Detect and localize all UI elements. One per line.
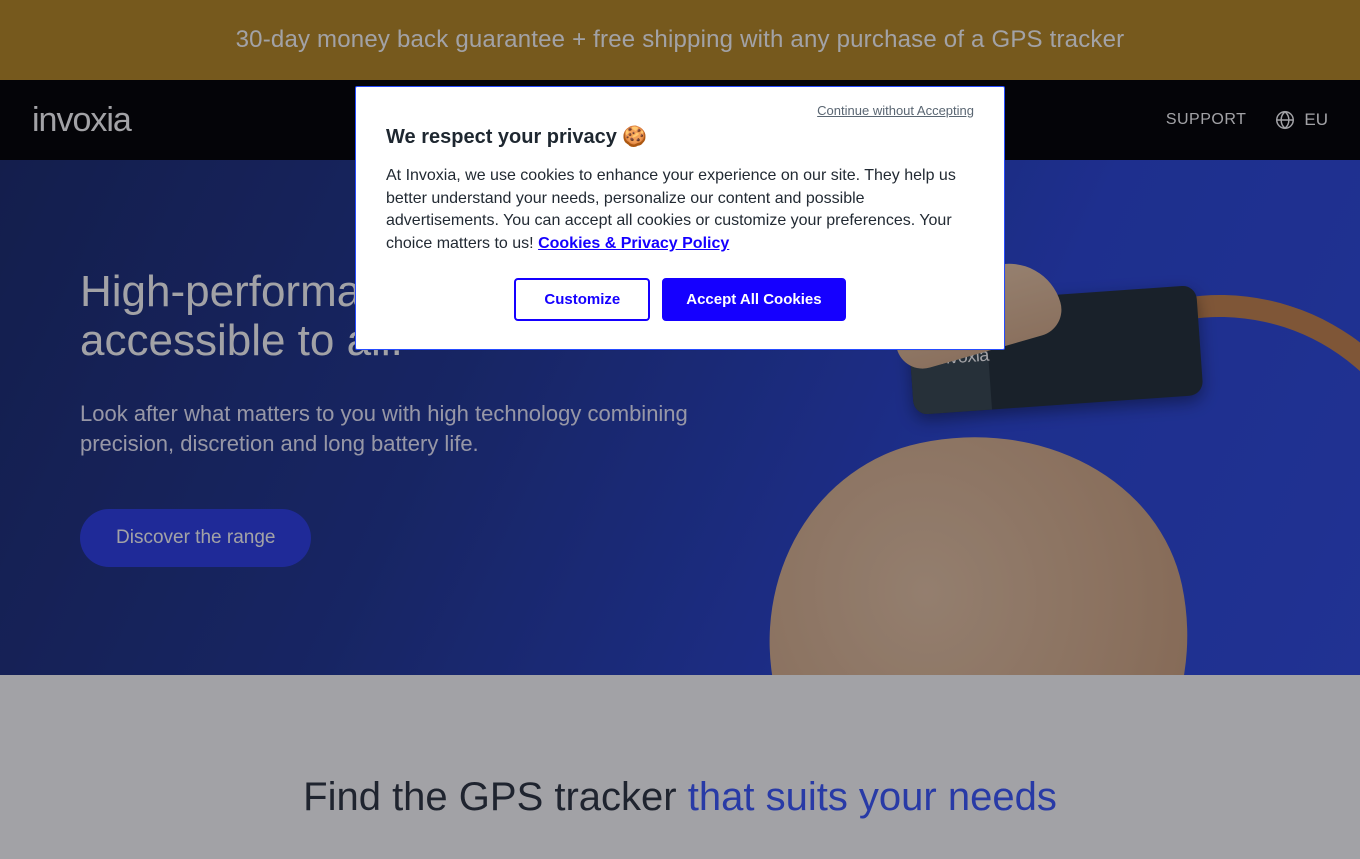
customize-button[interactable]: Customize: [514, 278, 650, 321]
cookies-policy-link[interactable]: Cookies & Privacy Policy: [538, 235, 729, 252]
modal-title: We respect your privacy 🍪: [386, 124, 974, 149]
modal-body: At Invoxia, we use cookies to enhance yo…: [386, 165, 974, 256]
modal-actions: Customize Accept All Cookies: [386, 278, 974, 321]
continue-without-accepting-link[interactable]: Continue without Accepting: [386, 103, 974, 118]
accept-all-cookies-button[interactable]: Accept All Cookies: [662, 278, 845, 321]
cookie-modal: Continue without Accepting We respect yo…: [355, 86, 1005, 350]
